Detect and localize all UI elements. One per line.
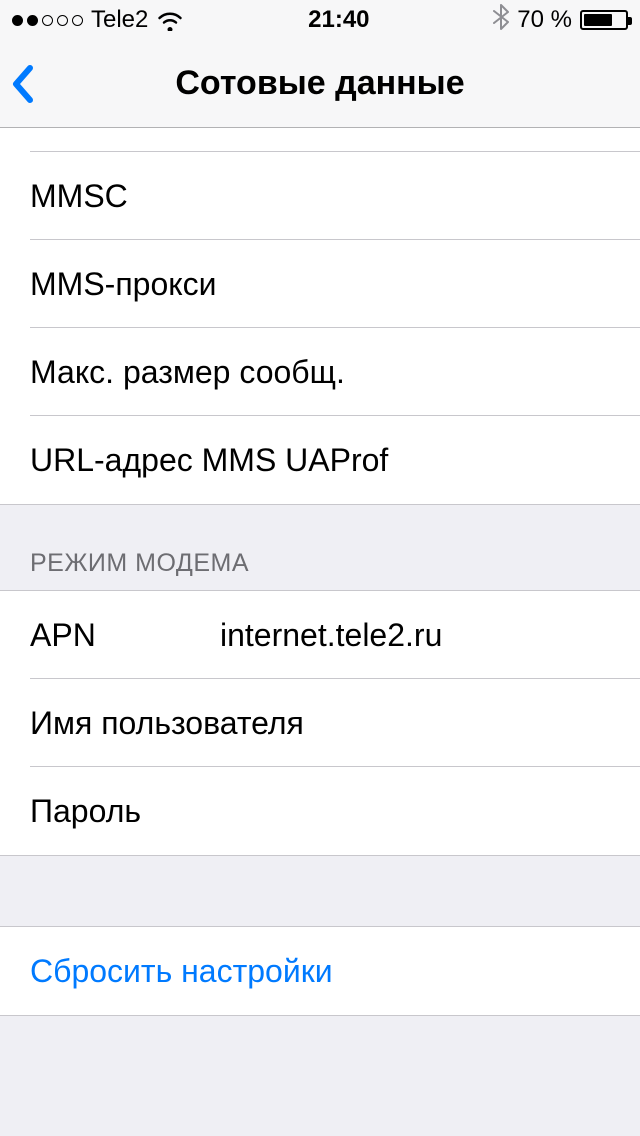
apn-row[interactable]: APN internet.tele2.ru bbox=[0, 591, 640, 679]
chevron-left-icon bbox=[10, 62, 36, 106]
page-title: Сотовые данные bbox=[0, 64, 640, 103]
status-right: 70 % bbox=[493, 4, 628, 37]
modem-settings-group: APN internet.tele2.ru Имя пользователя П… bbox=[0, 590, 640, 856]
signal-strength-icon bbox=[12, 15, 83, 26]
apn-value: internet.tele2.ru bbox=[210, 617, 610, 654]
battery-icon bbox=[580, 10, 628, 30]
mms-proxy-row[interactable]: MMS-прокси bbox=[0, 240, 640, 328]
cutoff-row[interactable] bbox=[0, 128, 640, 152]
reset-settings-label: Сбросить настройки bbox=[30, 953, 333, 990]
reset-settings-button[interactable]: Сбросить настройки bbox=[0, 927, 640, 1015]
max-msg-size-row[interactable]: Макс. размер сообщ. bbox=[0, 328, 640, 416]
status-left: Tele2 bbox=[12, 6, 184, 34]
carrier-label: Tele2 bbox=[91, 6, 148, 34]
wifi-icon bbox=[156, 9, 184, 31]
password-label: Пароль bbox=[30, 793, 210, 830]
bluetooth-icon bbox=[493, 4, 509, 37]
mmsc-row[interactable]: MMSC bbox=[0, 152, 640, 240]
modem-section-header: РЕЖИМ МОДЕМА bbox=[0, 505, 640, 590]
back-button[interactable] bbox=[10, 62, 36, 106]
mms-uaprof-label: URL-адрес MMS UAProf bbox=[30, 442, 388, 479]
apn-label: APN bbox=[30, 617, 210, 654]
mmsc-label: MMSC bbox=[30, 178, 210, 215]
spacer bbox=[0, 856, 640, 926]
navigation-bar: Сотовые данные bbox=[0, 40, 640, 128]
reset-group: Сбросить настройки bbox=[0, 926, 640, 1016]
mms-uaprof-row[interactable]: URL-адрес MMS UAProf bbox=[0, 416, 640, 504]
username-label: Имя пользователя bbox=[30, 705, 304, 742]
max-msg-size-label: Макс. размер сообщ. bbox=[30, 354, 345, 391]
mms-proxy-label: MMS-прокси bbox=[30, 266, 216, 303]
status-bar: Tele2 21:40 70 % bbox=[0, 0, 640, 40]
password-row[interactable]: Пароль bbox=[0, 767, 640, 855]
battery-percentage: 70 % bbox=[517, 6, 572, 34]
content: MMSC MMS-прокси Макс. размер сообщ. URL-… bbox=[0, 128, 640, 1016]
username-row[interactable]: Имя пользователя bbox=[0, 679, 640, 767]
mms-settings-group: MMSC MMS-прокси Макс. размер сообщ. URL-… bbox=[0, 128, 640, 505]
status-time: 21:40 bbox=[308, 6, 369, 34]
